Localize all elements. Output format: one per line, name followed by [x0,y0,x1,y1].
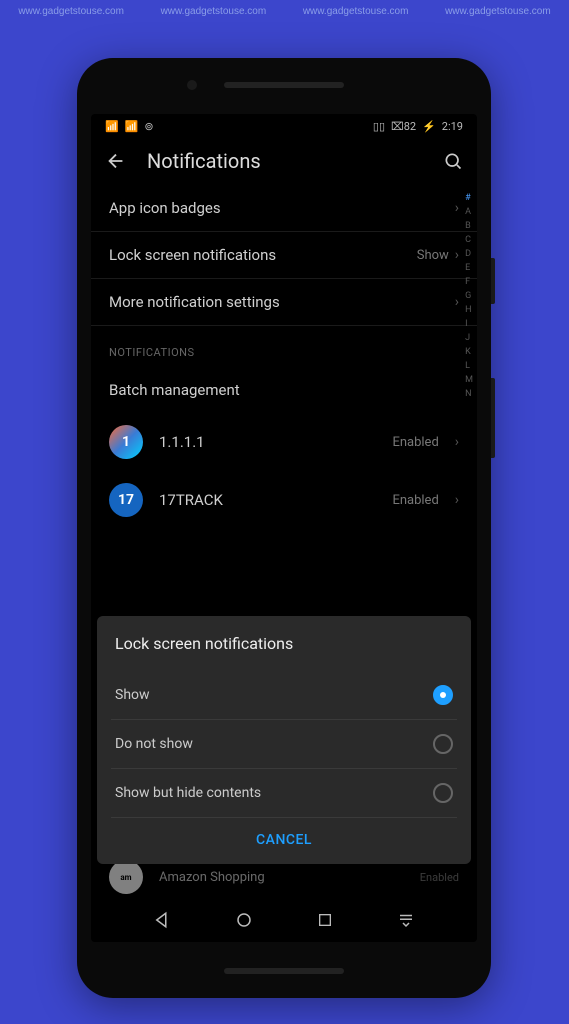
hotspot-icon: ⊚ [144,120,153,133]
status-right: ▯▯ ⌧82 ⚡ 2:19 [373,120,463,133]
alpha-index-letter[interactable]: L [465,361,473,371]
alpha-index-letter[interactable]: M [465,375,473,385]
setting-value: › [455,200,459,216]
power-button [491,258,495,304]
header: Notifications [91,137,477,185]
chevron-right-icon: › [455,294,459,310]
app-name: 17TRACK [159,491,376,509]
setting-label: App icon badges [109,199,221,217]
setting-label: Batch management [109,381,240,399]
alpha-index-letter[interactable]: N [465,389,473,399]
signal-icon: 📶 [105,120,119,133]
setting-value: › [455,294,459,310]
alpha-index-letter[interactable]: B [465,221,473,231]
app-name: 1.1.1.1 [159,433,376,451]
alpha-index-letter[interactable]: K [465,347,473,357]
chevron-right-icon: › [455,492,459,508]
back-icon[interactable] [105,150,127,172]
lock-screen-dialog: Lock screen notifications Show Do not sh… [97,616,471,864]
expand-button[interactable] [397,911,415,929]
alpha-index-letter[interactable]: I [465,319,473,329]
app-icon-amazon: am [109,860,143,894]
setting-label: Lock screen notifications [109,246,276,264]
alpha-index-letter[interactable]: E [465,263,473,273]
watermark-bar: www.gadgetstouse.com www.gadgetstouse.co… [0,0,569,23]
app-icon-17track: 17 [109,483,143,517]
alpha-index-letter[interactable]: H [465,305,473,315]
chevron-right-icon: › [455,200,459,216]
charging-icon: ⚡ [422,120,436,133]
alpha-index-letter[interactable]: G [465,291,473,301]
vibrate-icon: ▯▯ [373,120,385,133]
watermark-text: www.gadgetstouse.com [161,6,267,17]
radio-label: Show but hide contents [115,785,261,801]
phone-frame: 📶 📶 ⊚ ▯▯ ⌧82 ⚡ 2:19 Notifications #ABCDE… [77,58,491,998]
app-item[interactable]: 17 17TRACK Enabled › [91,471,477,529]
alpha-index-letter[interactable]: C [465,235,473,245]
app-status: Enabled [392,435,438,450]
radio-indicator [433,734,453,754]
radio-option-show-hide-contents[interactable]: Show but hide contents [111,769,457,818]
recents-button[interactable] [317,912,333,928]
radio-indicator [433,685,453,705]
radio-option-do-not-show[interactable]: Do not show [111,720,457,769]
navigation-bar [91,898,477,942]
phone-speaker-bottom [224,968,344,974]
alpha-index-letter[interactable]: A [465,207,473,217]
radio-label: Show [115,687,150,703]
watermark-text: www.gadgetstouse.com [445,6,551,17]
app-status: Enabled [420,871,459,884]
section-header: NOTIFICATIONS [91,326,477,367]
screen: 📶 📶 ⊚ ▯▯ ⌧82 ⚡ 2:19 Notifications #ABCDE… [91,114,477,942]
app-icon-1111: 1 [109,425,143,459]
alpha-index-letter[interactable]: D [465,249,473,259]
alpha-scroll-index[interactable]: # ABCDEFGHIJKLMN [465,193,473,399]
content-area: # ABCDEFGHIJKLMN App icon badges › Lock s… [91,185,477,529]
clock-text: 2:19 [442,120,463,133]
phone-camera [187,80,197,90]
setting-app-icon-badges[interactable]: App icon badges › [91,185,477,232]
back-button[interactable] [153,911,171,929]
watermark-text: www.gadgetstouse.com [303,6,409,17]
app-item[interactable]: 1 1.1.1.1 Enabled › [91,413,477,471]
radio-indicator [433,783,453,803]
page-title: Notifications [147,149,423,173]
signal-icon: 📶 [125,120,139,133]
alpha-index-letter[interactable]: F [465,277,473,287]
batch-management[interactable]: Batch management [91,367,477,413]
chevron-right-icon: › [455,434,459,450]
volume-button [491,378,495,458]
cancel-button[interactable]: CANCEL [111,818,457,856]
app-name: Amazon Shopping [159,870,404,885]
watermark-text: www.gadgetstouse.com [18,6,124,17]
status-left: 📶 📶 ⊚ [105,120,154,133]
search-icon[interactable] [443,151,463,171]
setting-more-notification-settings[interactable]: More notification settings › [91,279,477,326]
setting-lock-screen-notifications[interactable]: Lock screen notifications Show› [91,232,477,279]
radio-option-show[interactable]: Show [111,671,457,720]
chevron-right-icon: › [455,247,459,263]
radio-label: Do not show [115,736,193,752]
alpha-index-letter[interactable]: J [465,333,473,343]
dialog-title: Lock screen notifications [111,634,457,653]
app-status: Enabled [392,493,438,508]
alpha-index-letter[interactable]: # [465,193,473,203]
battery-text: ⌧82 [391,120,416,133]
phone-speaker-top [224,82,344,88]
setting-label: More notification settings [109,293,280,311]
status-bar: 📶 📶 ⊚ ▯▯ ⌧82 ⚡ 2:19 [91,114,477,137]
setting-value: Show› [417,247,459,263]
home-button[interactable] [235,911,253,929]
